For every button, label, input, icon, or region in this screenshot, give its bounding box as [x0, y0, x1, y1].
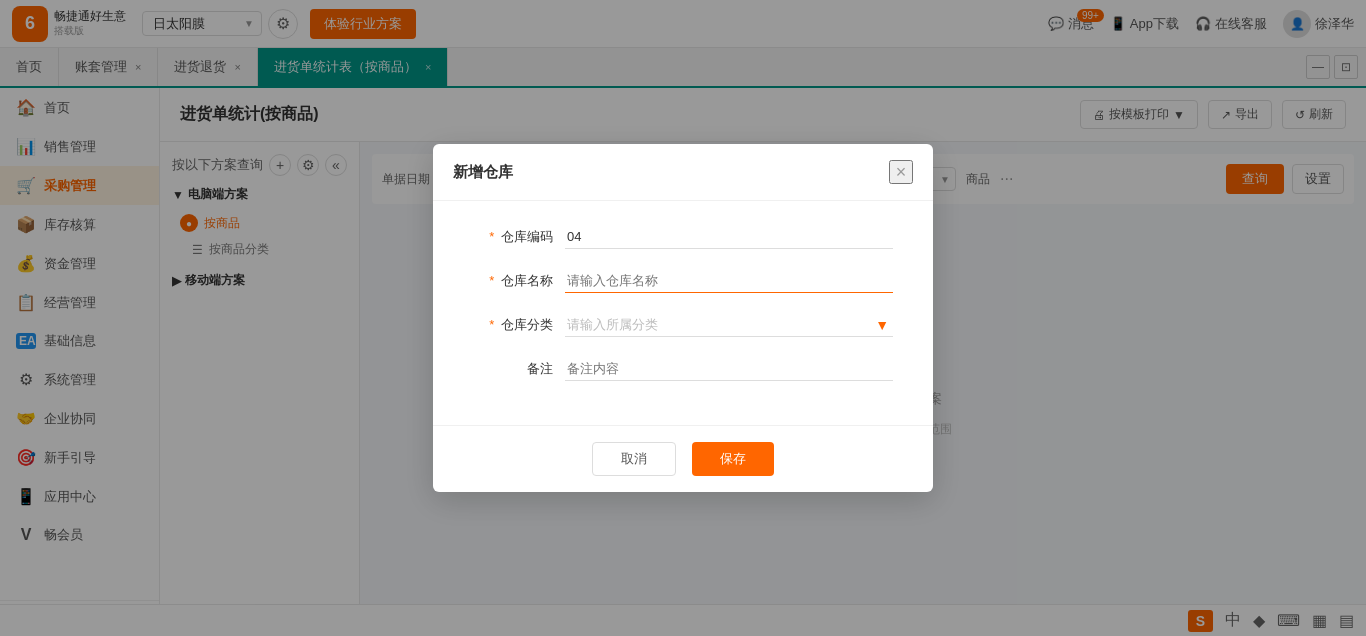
cancel-button[interactable]: 取消: [592, 442, 676, 476]
name-label: * 仓库名称: [473, 272, 553, 290]
category-required-mark: *: [489, 317, 494, 332]
modal-header: 新增仓库 ×: [433, 144, 933, 201]
warehouse-code-input[interactable]: [565, 225, 893, 249]
modal-footer: 取消 保存: [433, 425, 933, 492]
warehouse-name-input[interactable]: [565, 269, 893, 293]
category-select-wrap[interactable]: 请输入所属分类 ▼: [565, 313, 893, 337]
remark-input[interactable]: [565, 357, 893, 381]
category-label: * 仓库分类: [473, 316, 553, 334]
form-row-code: * 仓库编码: [473, 225, 893, 249]
code-required-mark: *: [489, 229, 494, 244]
form-row-remark: 备注: [473, 357, 893, 381]
save-button[interactable]: 保存: [692, 442, 774, 476]
form-row-name: * 仓库名称: [473, 269, 893, 293]
code-label: * 仓库编码: [473, 228, 553, 246]
modal-overlay: 新增仓库 × * 仓库编码 * 仓库名称: [0, 0, 1366, 636]
modal-close-button[interactable]: ×: [889, 160, 913, 184]
add-warehouse-modal: 新增仓库 × * 仓库编码 * 仓库名称: [433, 144, 933, 492]
category-select[interactable]: 请输入所属分类: [565, 313, 893, 337]
name-required-mark: *: [489, 273, 494, 288]
form-row-category: * 仓库分类 请输入所属分类 ▼: [473, 313, 893, 337]
modal-body: * 仓库编码 * 仓库名称 * 仓库分类: [433, 201, 933, 425]
remark-label: 备注: [473, 360, 553, 378]
modal-title: 新增仓库: [453, 163, 513, 182]
